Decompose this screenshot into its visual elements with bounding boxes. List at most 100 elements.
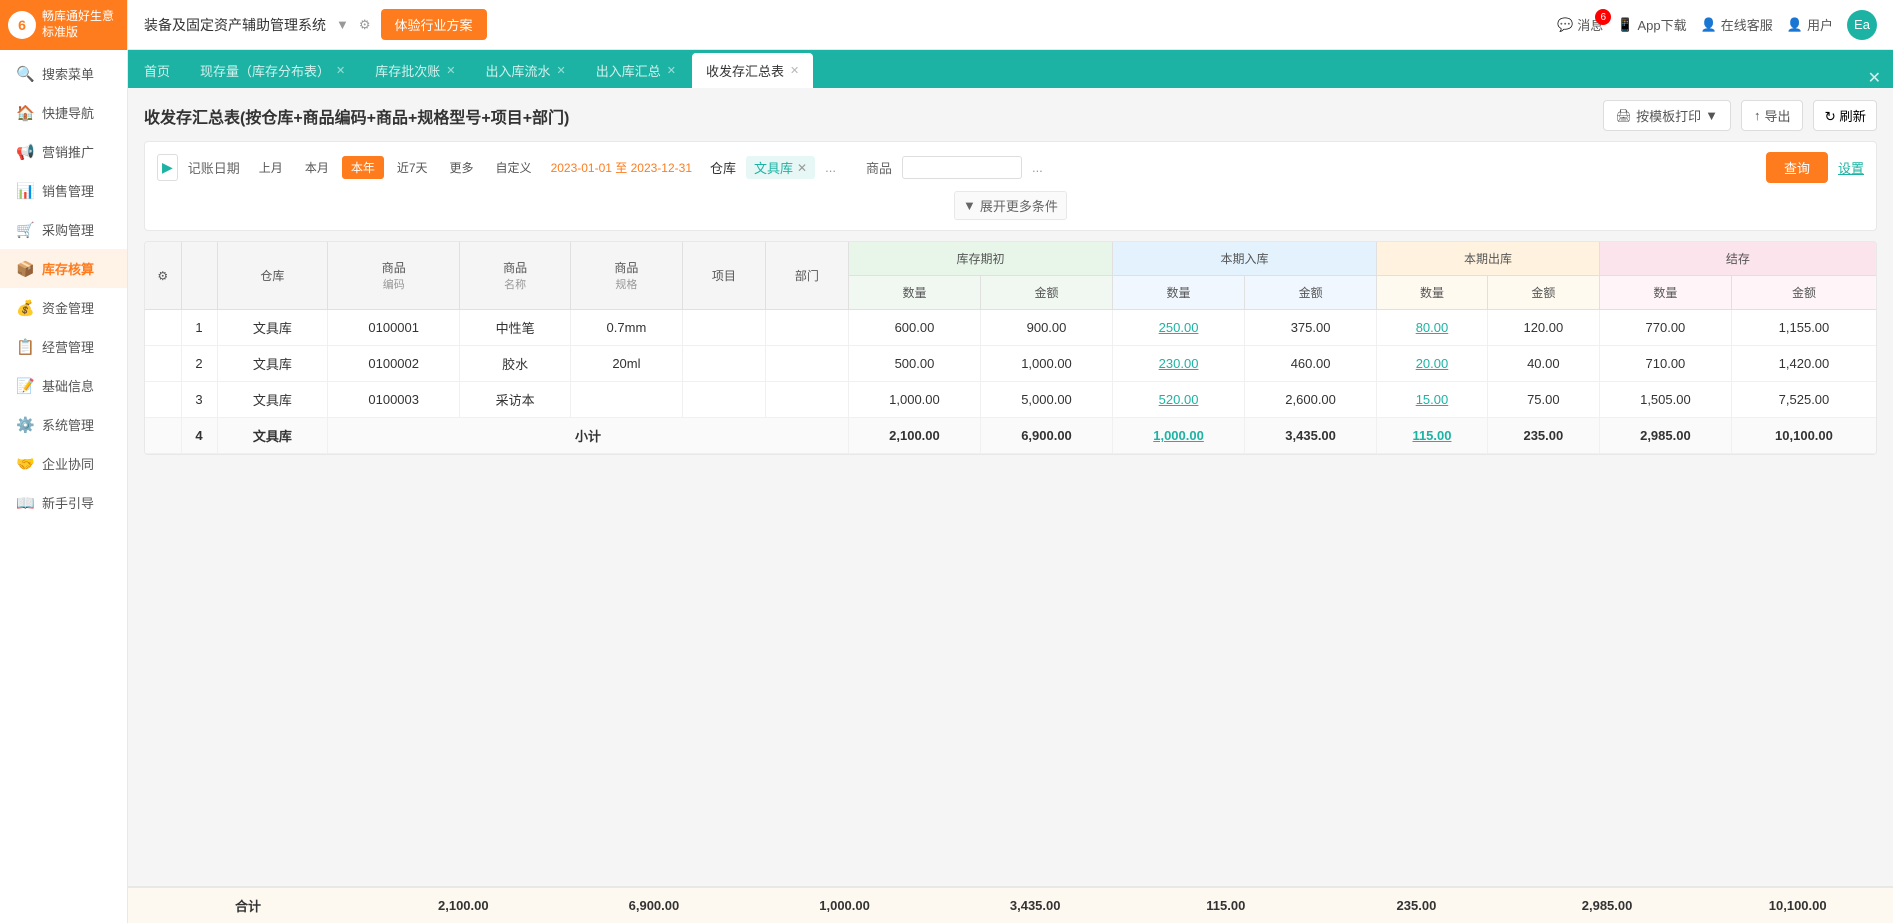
tab-close-inout-summary[interactable]: ✕ — [667, 64, 676, 77]
row-bal-amt: 1,420.00 — [1731, 346, 1876, 382]
row-dept — [765, 310, 848, 346]
total-bal-qty: 2,985.00 — [1512, 898, 1703, 913]
tab-batch[interactable]: 库存批次账 ✕ — [361, 53, 469, 88]
sidebar-item-search[interactable]: 🔍 搜索菜单 — [0, 54, 127, 93]
query-btn[interactable]: 查询 — [1766, 152, 1828, 183]
tab-recv-send[interactable]: 收发存汇总表✕ — [692, 53, 813, 88]
date-btn-本月[interactable]: 本月 — [296, 156, 338, 179]
message-badge: 6 — [1595, 9, 1611, 25]
th-settings[interactable]: ⚙ — [145, 242, 181, 310]
sidebar-item-purchase[interactable]: 🛒 采购管理 — [0, 210, 127, 249]
table-row: 3 文具库 0100003 采访本 1,000.00 5,000.00 520.… — [145, 382, 1876, 418]
tab-close-inout-flow[interactable]: ✕ — [557, 64, 566, 77]
th-opening: 库存期初 — [848, 242, 1112, 276]
row-no: 1 — [181, 310, 217, 346]
th-out-amt: 金额 — [1487, 276, 1599, 310]
subtotal-opening-amt: 6,900.00 — [980, 418, 1112, 454]
sidebar-item-operations[interactable]: 📋 经营管理 — [0, 327, 127, 366]
filter-collapse-arrow[interactable]: ▶ — [157, 154, 178, 181]
row-opening-qty: 600.00 — [848, 310, 980, 346]
row-settings[interactable] — [145, 346, 181, 382]
tab-close-batch[interactable]: ✕ — [446, 64, 455, 77]
row-opening-qty: 500.00 — [848, 346, 980, 382]
basic-icon: 📝 — [16, 377, 34, 395]
tab-close-recv-send[interactable]: ✕ — [790, 64, 799, 77]
row-out-amt: 40.00 — [1487, 346, 1599, 382]
user-btn[interactable]: 👤 用户 — [1787, 15, 1833, 34]
user-icon: 👤 — [1787, 17, 1803, 33]
row-out-amt: 120.00 — [1487, 310, 1599, 346]
sidebar-item-marketing[interactable]: 📢 营销推广 — [0, 132, 127, 171]
date-btn-近7天[interactable]: 近7天 — [388, 156, 437, 179]
system-title: 装备及固定资产辅助管理系统 — [144, 15, 326, 35]
filter-area: ▶ 记账日期 上月本月本年近7天更多自定义2023-01-01 至 2023-1… — [144, 141, 1877, 231]
row-settings[interactable] — [145, 382, 181, 418]
row-code: 0100002 — [328, 346, 460, 382]
total-out-amt: 235.00 — [1321, 898, 1512, 913]
print-btn[interactable]: 🖨 按模板打印 ▼ — [1603, 100, 1731, 131]
sidebar-label-quicknav: 快捷导航 — [42, 103, 94, 122]
trial-btn[interactable]: 体验行业方案 — [381, 9, 487, 40]
expand-more-row: ▼ 展开更多条件 — [157, 191, 1864, 220]
sidebar-label-guide: 新手引导 — [42, 493, 94, 512]
sidebar-item-collab[interactable]: 🤝 企业协同 — [0, 444, 127, 483]
sidebar-item-guide[interactable]: 📖 新手引导 — [0, 483, 127, 522]
sidebar-item-inventory[interactable]: 📦 库存核算 — [0, 249, 127, 288]
total-opening-amt: 6,900.00 — [559, 898, 750, 913]
settings-link[interactable]: 设置 — [1838, 158, 1864, 177]
date-btn-自定义[interactable]: 自定义 — [487, 156, 541, 179]
th-spec: 商品规格 — [570, 242, 682, 310]
export-icon: ↑ — [1754, 108, 1761, 123]
export-btn[interactable]: ↑ 导出 — [1741, 100, 1804, 131]
row-in-qty[interactable]: 250.00 — [1113, 310, 1245, 346]
sidebar-item-finance[interactable]: 💰 资金管理 — [0, 288, 127, 327]
row-out-qty[interactable]: 20.00 — [1377, 346, 1488, 382]
settings-icon[interactable]: ⚙ — [359, 17, 371, 33]
th-code: 商品编码 — [328, 242, 460, 310]
bottom-total: 合计 2,100.00 6,900.00 1,000.00 3,435.00 1… — [128, 886, 1893, 923]
refresh-btn[interactable]: ↻ 刷新 — [1813, 100, 1877, 131]
row-in-amt: 460.00 — [1245, 346, 1377, 382]
date-btn-更多[interactable]: 更多 — [441, 156, 483, 179]
date-btn-本年[interactable]: 本年 — [342, 156, 384, 179]
sidebar-item-sales[interactable]: 📊 销售管理 — [0, 171, 127, 210]
topbar-right: 💬 消息 6 📱 App下载 👤 在线客服 👤 用户 Ea — [1557, 10, 1877, 40]
user-label: 用户 — [1807, 15, 1833, 34]
row-in-qty[interactable]: 230.00 — [1113, 346, 1245, 382]
warehouse-remove-btn[interactable]: ✕ — [797, 161, 807, 175]
tab-inout-summary[interactable]: 出入库汇总✕ — [582, 53, 690, 88]
goods-input[interactable] — [902, 156, 1022, 179]
close-all-tabs-btn[interactable]: ✕ — [1856, 68, 1893, 88]
message-btn[interactable]: 💬 消息 6 — [1557, 15, 1603, 34]
row-out-qty[interactable]: 15.00 — [1377, 382, 1488, 418]
tab-inout-flow[interactable]: 出入库流水✕ — [471, 53, 579, 88]
online-service-btn[interactable]: 👤 在线客服 — [1701, 15, 1773, 34]
sidebar-item-quicknav[interactable]: 🏠 快捷导航 — [0, 93, 127, 132]
refresh-icon: ↻ — [1824, 109, 1835, 124]
row-settings[interactable] — [145, 310, 181, 346]
warehouse-more[interactable]: ... — [825, 160, 836, 175]
row-warehouse: 文具库 — [217, 382, 328, 418]
subtotal-bal-qty: 2,985.00 — [1599, 418, 1731, 454]
tab-label-batch: 库存批次账 — [375, 61, 440, 80]
logo-text-group: 畅库通好生意 标准版 — [42, 9, 114, 40]
search-icon: 🔍 — [16, 65, 34, 83]
sidebar-item-basic[interactable]: 📝 基础信息 — [0, 366, 127, 405]
row-out-amt: 75.00 — [1487, 382, 1599, 418]
subtotal-warehouse: 文具库 — [217, 418, 328, 454]
expand-more-btn[interactable]: ▼ 展开更多条件 — [954, 191, 1067, 220]
sidebar-item-system[interactable]: ⚙️ 系统管理 — [0, 405, 127, 444]
tab-stock-dist[interactable]: 现存量（库存分布表）✕ — [186, 53, 359, 88]
th-out-qty: 数量 — [1377, 276, 1488, 310]
row-bal-qty: 770.00 — [1599, 310, 1731, 346]
row-in-qty[interactable]: 520.00 — [1113, 382, 1245, 418]
subtotal-label: 小计 — [328, 418, 849, 454]
row-out-qty[interactable]: 80.00 — [1377, 310, 1488, 346]
goods-more[interactable]: ... — [1032, 160, 1043, 175]
tab-home[interactable]: 首页 — [130, 53, 184, 88]
tab-close-stock-dist[interactable]: ✕ — [336, 64, 345, 77]
app-download-btn[interactable]: 📱 App下载 — [1617, 15, 1686, 34]
row-bal-amt: 1,155.00 — [1731, 310, 1876, 346]
date-btn-上月[interactable]: 上月 — [250, 156, 292, 179]
th-in-amt: 金额 — [1245, 276, 1377, 310]
